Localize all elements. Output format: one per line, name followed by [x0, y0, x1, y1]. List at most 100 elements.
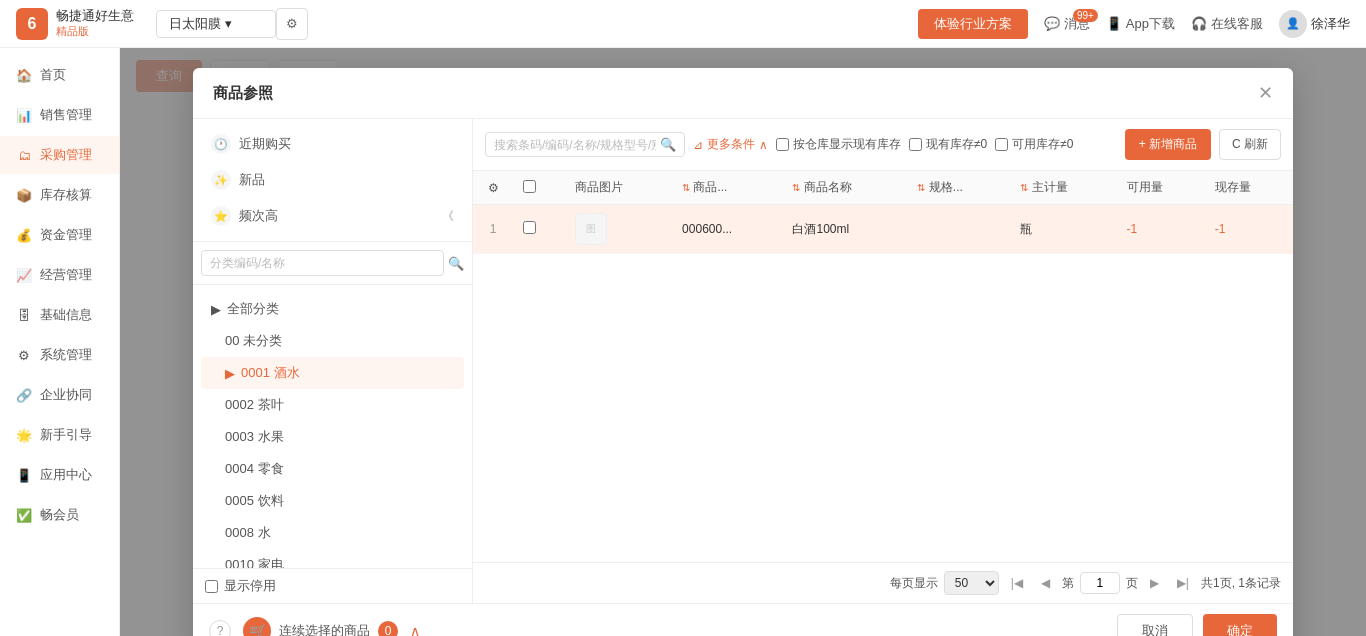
category-item-tea[interactable]: 0002 茶叶: [201, 389, 464, 421]
sidebar-item-inventory[interactable]: 📦 库存核算: [0, 176, 119, 214]
avatar: 👤: [1279, 10, 1307, 38]
row-image-cell: 图: [565, 205, 672, 254]
modal-close-button[interactable]: ✕: [1258, 82, 1273, 104]
page-size-select[interactable]: 50 100: [944, 571, 999, 595]
quick-link-new[interactable]: ✨ 新品: [201, 163, 464, 197]
app-download-btn[interactable]: 📱 App下载: [1106, 15, 1175, 33]
category-item-fruit[interactable]: 0003 水果: [201, 421, 464, 453]
next-page-btn[interactable]: ▶: [1144, 574, 1165, 592]
modal-body: 🕐 近期购买 ✨ 新品 ⭐ 频次高 《: [193, 119, 1293, 603]
user-info[interactable]: 👤 徐泽华: [1279, 10, 1350, 38]
current-stock-label: 现有库存≠0: [926, 136, 987, 153]
table-col-gear[interactable]: ⚙: [473, 171, 513, 205]
show-disabled-checkbox[interactable]: [205, 580, 218, 593]
quick-link-recent[interactable]: 🕐 近期购买: [201, 127, 464, 161]
sidebar-label-system: 系统管理: [40, 346, 92, 364]
experience-btn[interactable]: 体验行业方案: [918, 9, 1028, 39]
quick-link-frequent[interactable]: ⭐ 频次高 《: [201, 199, 464, 233]
category-search-icon[interactable]: 🔍: [448, 256, 464, 271]
select-all-checkbox[interactable]: [523, 180, 536, 193]
category-item-unclassified[interactable]: 00 未分类: [201, 325, 464, 357]
display-disabled-section: 显示停用: [193, 568, 472, 603]
page-number-input[interactable]: [1080, 572, 1120, 594]
table-col-unit[interactable]: ⇅ 主计量: [1010, 171, 1116, 205]
product-thumbnail: 图: [575, 213, 607, 245]
message-btn[interactable]: 💬 消息 99+: [1044, 15, 1090, 33]
category-item-liquor[interactable]: ▶ 0001 酒水: [201, 357, 464, 389]
category-search-section: 🔍: [193, 242, 472, 285]
last-page-btn[interactable]: ▶|: [1171, 574, 1195, 592]
row-checkbox[interactable]: [523, 221, 536, 234]
row-stock-cell: -1: [1205, 205, 1293, 254]
sidebar-label-finance: 资金管理: [40, 226, 92, 244]
table-col-spec[interactable]: ⇅ 规格...: [907, 171, 1010, 205]
sidebar-item-home[interactable]: 🏠 首页: [0, 56, 119, 94]
table-toolbar-right: + 新增商品 C 刷新: [1125, 129, 1281, 160]
sidebar-item-purchase[interactable]: 🗂 采购管理: [0, 136, 119, 174]
add-product-btn[interactable]: + 新增商品: [1125, 129, 1211, 160]
finance-icon: 💰: [16, 227, 32, 243]
confirm-button[interactable]: 确定: [1203, 614, 1277, 636]
total-records-label: 共1页, 1条记录: [1201, 575, 1281, 592]
sidebar-item-basicinfo[interactable]: 🗄 基础信息: [0, 296, 119, 334]
filter-icon: ⊿: [693, 138, 703, 152]
sidebar-item-operations[interactable]: 📈 经营管理: [0, 256, 119, 294]
cart-icon[interactable]: 🛒: [243, 617, 271, 636]
sidebar-item-finance[interactable]: 💰 资金管理: [0, 216, 119, 254]
prev-page-btn[interactable]: ◀: [1035, 574, 1056, 592]
logo-text-block: 畅捷通好生意 精品版: [56, 8, 134, 40]
content-area: 查询 设置 刷新 商品参照 ✕ 🕐: [120, 48, 1366, 636]
footer-collapse-arrow[interactable]: ∧: [410, 623, 420, 636]
sidebar-item-system[interactable]: ⚙ 系统管理: [0, 336, 119, 374]
product-table-container: ⚙ 商品图片 ⇅ 商品...: [473, 171, 1293, 562]
online-service-btn[interactable]: 🎧 在线客服: [1191, 15, 1263, 33]
logo-icon: 6: [16, 8, 48, 40]
table-row[interactable]: 1 图 000600... 白酒100ml: [473, 205, 1293, 254]
row-checkbox-cell[interactable]: [513, 205, 565, 254]
category-item-beverage[interactable]: 0005 饮料: [201, 485, 464, 517]
category-item-appliance[interactable]: 0010 家电: [201, 549, 464, 568]
current-stock-filter[interactable]: 现有库存≠0: [909, 136, 987, 153]
settings-icon[interactable]: ⚙: [276, 8, 308, 40]
category-item-snack[interactable]: 0004 零食: [201, 453, 464, 485]
first-page-btn[interactable]: |◀: [1005, 574, 1029, 592]
quick-link-new-label: 新品: [239, 171, 265, 189]
category-search-input[interactable]: [201, 250, 444, 276]
sidebar-item-enterprise[interactable]: 🔗 企业协同: [0, 376, 119, 414]
sidebar-item-member[interactable]: ✅ 畅会员: [0, 496, 119, 534]
table-col-code[interactable]: ⇅ 商品...: [672, 171, 782, 205]
table-col-image: 商品图片: [565, 171, 672, 205]
page-text: 第: [1062, 575, 1074, 592]
expand-liquor-icon: ▶: [225, 366, 235, 381]
store-name: 日太阳膜: [169, 15, 221, 33]
available-stock-checkbox[interactable]: [995, 138, 1008, 151]
category-item-water[interactable]: 0008 水: [201, 517, 464, 549]
pagination: 每页显示 50 100 |◀ ◀ 第 页 ▶ ▶|: [473, 562, 1293, 603]
store-selector[interactable]: 日太阳膜 ▾: [156, 10, 276, 38]
available-stock-label: 可用库存≠0: [1012, 136, 1073, 153]
warehouse-stock-filter[interactable]: 按仓库显示现有库存: [776, 136, 901, 153]
quick-links-section: 🕐 近期购买 ✨ 新品 ⭐ 频次高 《: [193, 119, 472, 242]
expand-all-icon: ▶: [211, 302, 221, 317]
current-stock-checkbox[interactable]: [909, 138, 922, 151]
sort-spec-icon: ⇅: [917, 182, 925, 193]
logo-area: 6 畅捷通好生意 精品版: [16, 8, 136, 40]
refresh-product-btn[interactable]: C 刷新: [1219, 129, 1281, 160]
product-search-input[interactable]: [494, 138, 656, 152]
collapse-icon[interactable]: 《: [442, 208, 454, 225]
table-col-name[interactable]: ⇅ 商品名称: [782, 171, 907, 205]
sidebar-item-appcenter[interactable]: 📱 应用中心: [0, 456, 119, 494]
sidebar-item-guide[interactable]: 🌟 新手引导: [0, 416, 119, 454]
category-item-all[interactable]: ▶ 全部分类: [201, 293, 464, 325]
cancel-button[interactable]: 取消: [1117, 614, 1193, 636]
top-nav: 6 畅捷通好生意 精品版 日太阳膜 ▾ ⚙ 体验行业方案 💬 消息 99+ 📱 …: [0, 0, 1366, 48]
sidebar-item-sales[interactable]: 📊 销售管理: [0, 96, 119, 134]
help-icon[interactable]: ?: [209, 620, 231, 636]
sidebar-label-purchase: 采购管理: [40, 146, 92, 164]
available-stock-filter[interactable]: 可用库存≠0: [995, 136, 1073, 153]
search-toolbar: 🔍 ⊿ 更多条件 ∧ 按仓库显示现有库存: [473, 119, 1293, 171]
message-badge: 99+: [1073, 9, 1098, 22]
warehouse-stock-checkbox[interactable]: [776, 138, 789, 151]
nav-right: 体验行业方案 💬 消息 99+ 📱 App下载 🎧 在线客服 👤 徐泽华: [918, 9, 1350, 39]
more-filter-btn[interactable]: ⊿ 更多条件 ∧: [693, 136, 768, 153]
